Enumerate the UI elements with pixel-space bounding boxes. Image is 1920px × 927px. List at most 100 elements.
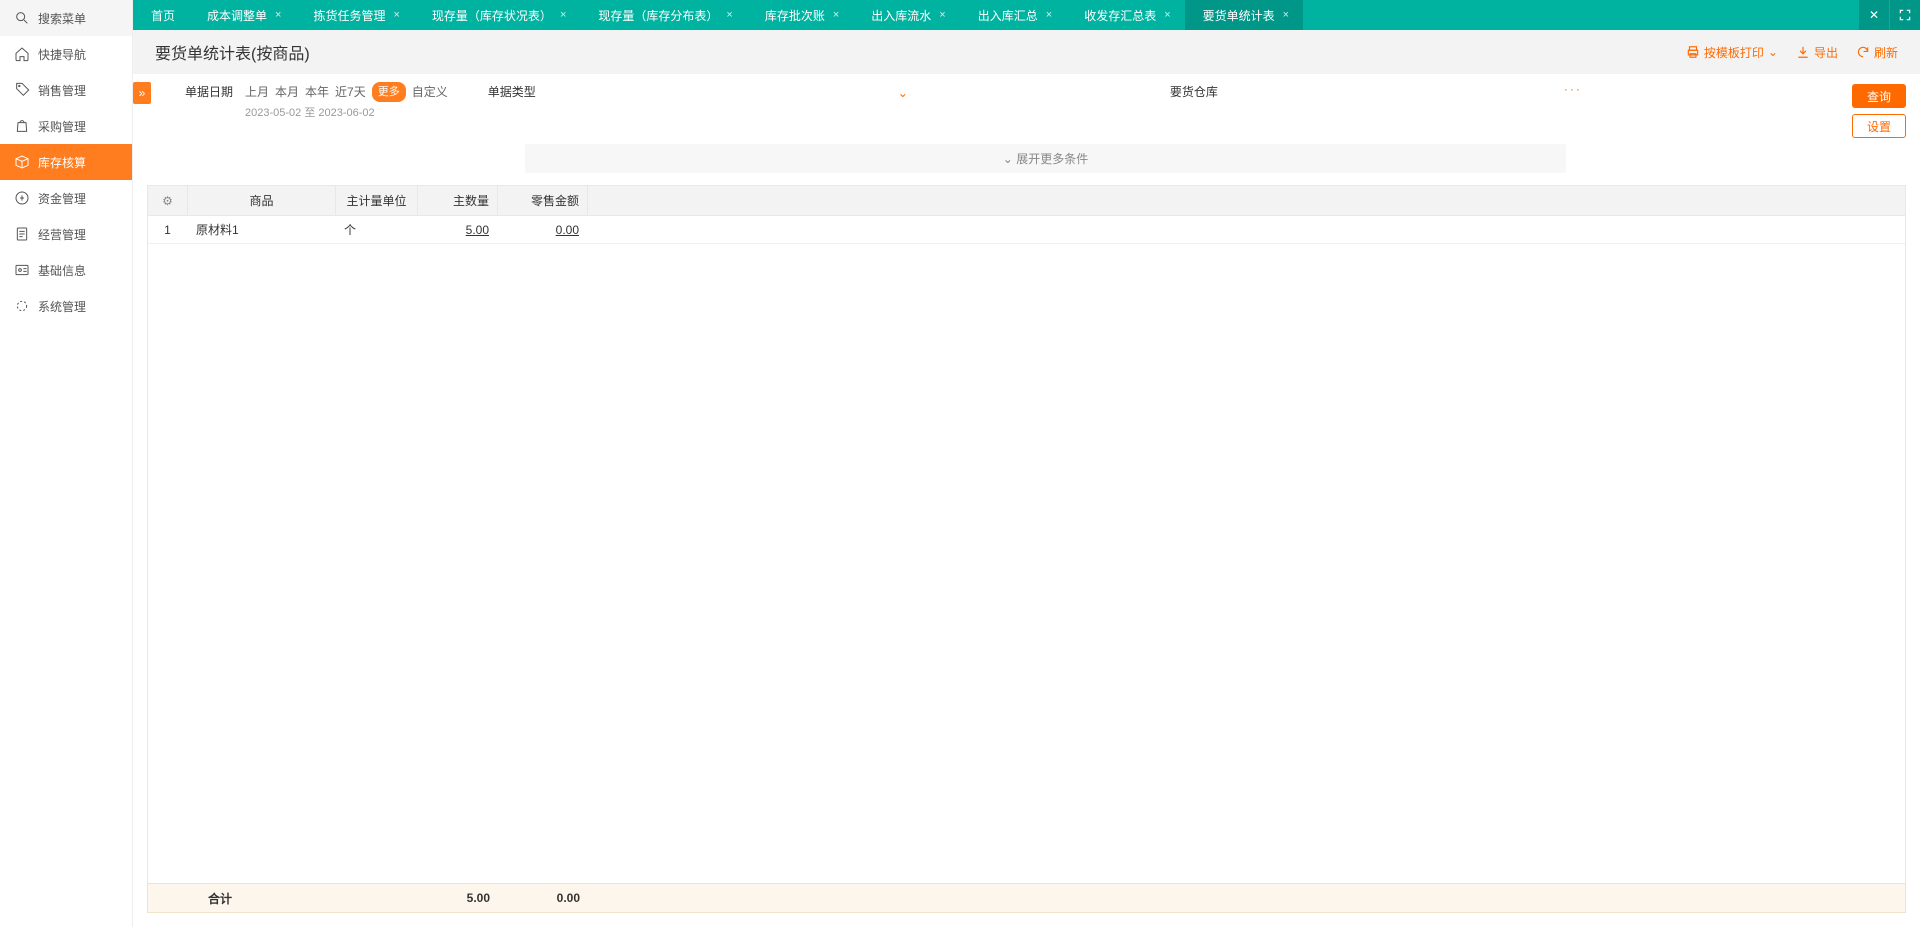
sidebar-item-business[interactable]: 经营管理 [0, 216, 132, 252]
cell-qty[interactable]: 5.00 [418, 216, 498, 243]
close-icon[interactable]: × [1046, 9, 1052, 21]
sidebar-item-baseinfo[interactable]: 基础信息 [0, 252, 132, 288]
tab-label: 成本调整单 [207, 7, 267, 24]
close-icon[interactable]: × [939, 9, 945, 21]
cell-spacer [588, 216, 1905, 243]
print-template-action[interactable]: 按模板打印 ⌄ [1686, 44, 1778, 61]
chevron-down-icon: ⌄ [1768, 45, 1778, 59]
doctype-select[interactable]: ⌄ [548, 82, 908, 104]
date-opt-7days[interactable]: 近7天 [335, 82, 366, 102]
tabs-close-all[interactable]: ✕ [1859, 0, 1889, 30]
tab[interactable]: 要货单统计表× [1185, 0, 1303, 30]
close-icon[interactable]: × [393, 9, 399, 21]
query-button[interactable]: 查询 [1852, 84, 1906, 108]
expand-more-label: 展开更多条件 [1016, 152, 1088, 166]
export-action[interactable]: 导出 [1796, 44, 1838, 61]
tab-label: 首页 [151, 7, 175, 24]
date-opt-thismonth[interactable]: 本月 [275, 82, 299, 102]
sidebar-item-label: 经营管理 [38, 226, 86, 243]
date-opt-custom[interactable]: 自定义 [412, 82, 448, 102]
tab[interactable]: 拣货任务管理× [295, 0, 413, 30]
gear-icon [14, 298, 30, 314]
filter-doctype-group: 单据类型 ⌄ [488, 82, 1130, 104]
sidebar-item-label: 搜索菜单 [38, 10, 86, 27]
close-icon[interactable]: × [1164, 9, 1170, 21]
doc-icon [14, 226, 30, 242]
cell-amount[interactable]: 0.00 [498, 216, 588, 243]
date-range-text: 2023-05-02 至 2023-06-02 [245, 104, 448, 120]
table-header: ⚙ 商品 主计量单位 主数量 零售金额 [148, 186, 1905, 216]
date-opt-lastmonth[interactable]: 上月 [245, 82, 269, 102]
filter-warehouse-group: 要货仓库 ··· [1170, 82, 1812, 104]
tabs-fullscreen[interactable] [1890, 0, 1920, 30]
search-icon [14, 10, 30, 26]
tab-label: 出入库流水 [871, 7, 931, 24]
refresh-action[interactable]: 刷新 [1856, 44, 1898, 61]
tab[interactable]: 现存量（库存状况表）× [414, 0, 580, 30]
filter-bar: » 单据日期 上月 本月 本年 近7天 更多 自定义 [133, 74, 1920, 173]
sidebar-item-quicknav[interactable]: 快捷导航 [0, 36, 132, 72]
tag-icon [14, 82, 30, 98]
date-opt-more[interactable]: 更多 [372, 82, 406, 102]
sidebar-item-label: 资金管理 [38, 190, 86, 207]
filter-date-label: 单据日期 [185, 82, 237, 102]
tab[interactable]: 库存批次账 × [747, 0, 853, 30]
warehouse-more-dots[interactable]: ··· [1558, 82, 1588, 96]
tab[interactable]: 首页 [133, 0, 189, 30]
sidebar-item-purchase[interactable]: 采购管理 [0, 108, 132, 144]
sidebar-item-label: 基础信息 [38, 262, 86, 279]
cell-unit: 个 [336, 216, 418, 243]
sidebar-item-label: 库存核算 [38, 154, 86, 171]
sidebar-item-system[interactable]: 系统管理 [0, 288, 132, 324]
home-icon [14, 46, 30, 62]
close-icon[interactable]: × [726, 9, 732, 21]
table-row[interactable]: 1原材料1个5.000.00 [148, 216, 1905, 244]
footer-total-label: 合计 [188, 890, 336, 907]
tab[interactable]: 成本调整单 × [189, 0, 295, 30]
page-header: 要货单统计表(按商品) 按模板打印 ⌄ 导出 刷新 [133, 30, 1920, 74]
filter-date-group: 单据日期 上月 本月 本年 近7天 更多 自定义 2023-05-02 至 20… [185, 82, 448, 120]
col-product[interactable]: 商品 [188, 186, 336, 215]
close-icon[interactable]: × [1283, 9, 1289, 21]
print-template-label: 按模板打印 [1704, 44, 1764, 61]
tab-label: 现存量（库存分布表） [598, 7, 718, 24]
filter-warehouse-label: 要货仓库 [1170, 82, 1222, 102]
bag-icon [14, 118, 30, 134]
tab[interactable]: 现存量（库存分布表） × [580, 0, 746, 30]
col-unit[interactable]: 主计量单位 [336, 186, 418, 215]
filter-doctype-label: 单据类型 [488, 82, 540, 102]
card-icon [14, 262, 30, 278]
settings-button[interactable]: 设置 [1852, 114, 1906, 138]
tab-label: 库存批次账 [765, 7, 825, 24]
refresh-label: 刷新 [1874, 44, 1898, 61]
date-opt-thisyear[interactable]: 本年 [305, 82, 329, 102]
chevron-down-icon: ⌄ [898, 86, 908, 100]
tab-label: 出入库汇总 [978, 7, 1038, 24]
cell-product: 原材料1 [188, 216, 336, 243]
tab[interactable]: 收发存汇总表× [1066, 0, 1184, 30]
col-amount[interactable]: 零售金额 [498, 186, 588, 215]
sidebar-item-label: 快捷导航 [38, 46, 86, 63]
sidebar-item-label: 系统管理 [38, 298, 86, 315]
column-settings-button[interactable]: ⚙ [148, 186, 188, 215]
tab[interactable]: 出入库流水 × [853, 0, 959, 30]
chevron-down-icon: ⌄ [1003, 152, 1016, 166]
close-icon[interactable]: × [833, 9, 839, 21]
warehouse-select[interactable] [1230, 82, 1550, 104]
close-icon[interactable]: × [275, 9, 281, 21]
tab[interactable]: 出入库汇总 × [960, 0, 1066, 30]
sidebar-item-funds[interactable]: 资金管理 [0, 180, 132, 216]
col-qty[interactable]: 主数量 [418, 186, 498, 215]
sidebar-item-sales[interactable]: 销售管理 [0, 72, 132, 108]
cell-index: 1 [148, 216, 188, 243]
sidebar-item-label: 采购管理 [38, 118, 86, 135]
sidebar-item-search[interactable]: 搜索菜单 [0, 0, 132, 36]
collapse-filter-handle[interactable]: » [133, 82, 151, 104]
sidebar: 搜索菜单 快捷导航 销售管理 采购管理 库存核算 资金管理 经营管理 基础信息 [0, 0, 133, 927]
main-area: 首页成本调整单×拣货任务管理×现存量（库存状况表）×现存量（库存分布表）×库存批… [133, 0, 1920, 927]
sidebar-item-inventory[interactable]: 库存核算 [0, 144, 132, 180]
expand-more-filters[interactable]: ⌄ 展开更多条件 [525, 144, 1566, 173]
print-icon [1686, 45, 1700, 59]
footer-total-qty: 5.00 [418, 891, 498, 905]
close-icon[interactable]: × [560, 9, 566, 21]
